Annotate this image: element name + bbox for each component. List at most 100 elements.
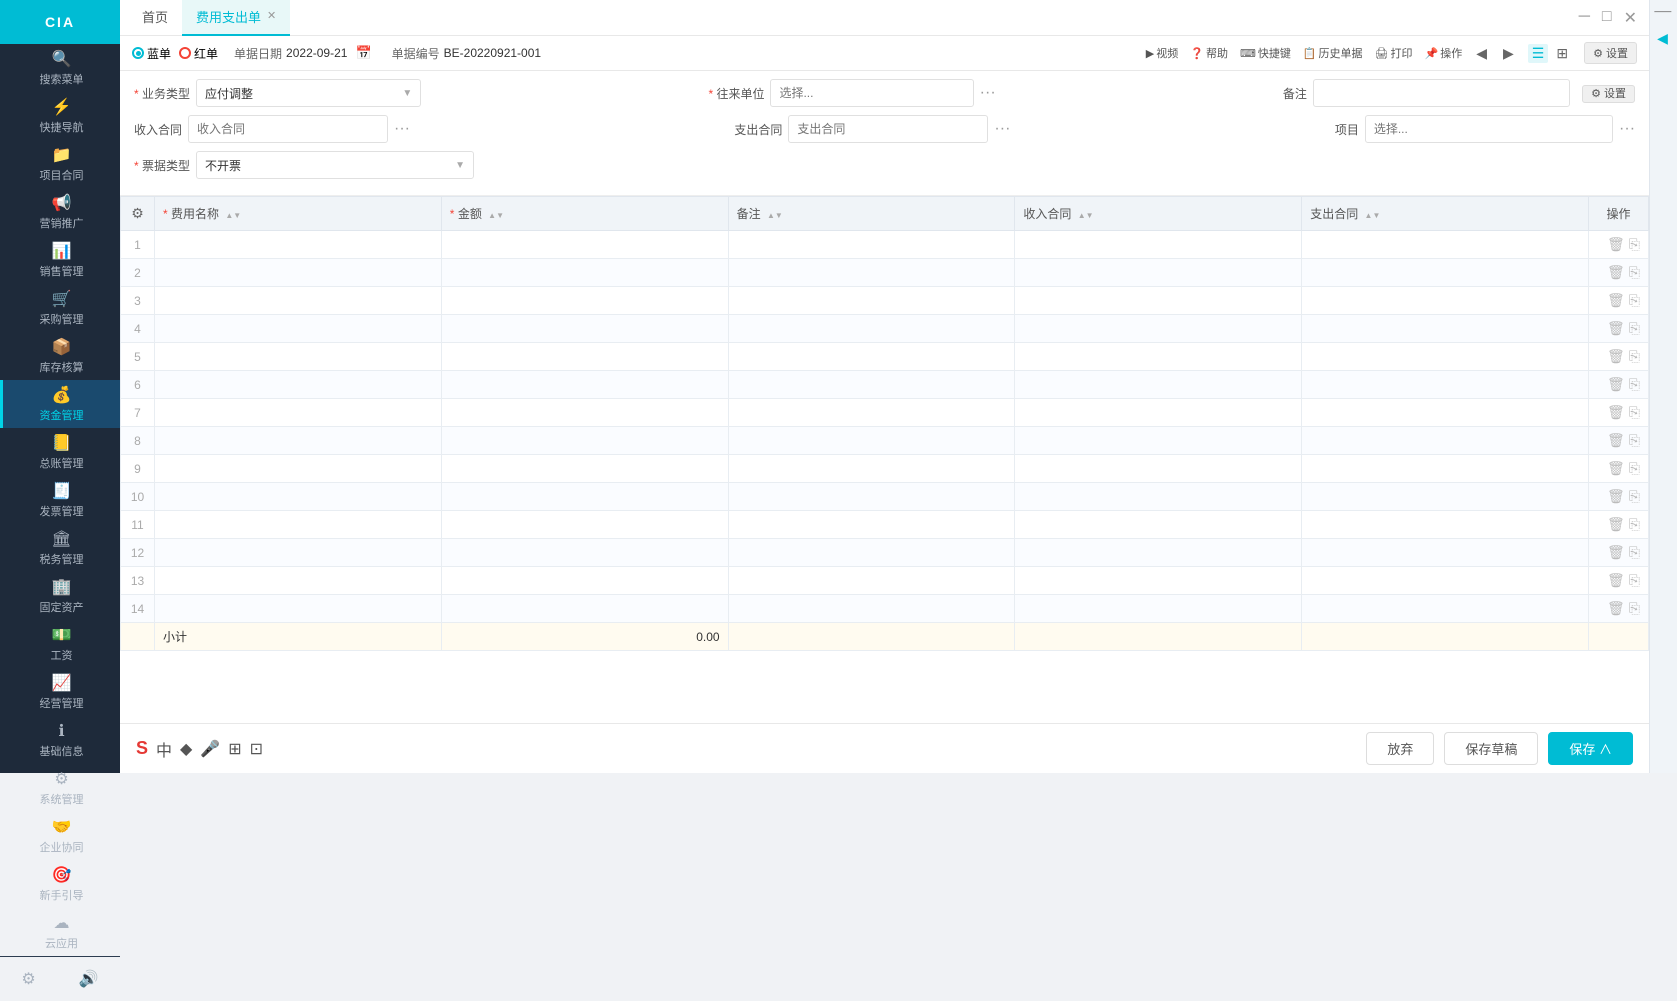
delete-row-icon[interactable]: 🗑 (1607, 516, 1625, 533)
income-contract-row-input[interactable] (1023, 377, 1293, 392)
copy-row-icon[interactable]: ⎘ (1629, 376, 1640, 393)
delete-row-icon[interactable]: 🗑 (1607, 348, 1625, 365)
expense-contract-row-input[interactable] (1310, 321, 1580, 336)
table-row[interactable]: 8 🗑 ⎘ (121, 427, 1649, 455)
list-view-icon[interactable]: ☰ (1528, 44, 1549, 63)
tab-home[interactable]: 首页 (128, 0, 182, 36)
settings-bottom-icon[interactable]: ⚙ (17, 965, 39, 993)
amount-cell[interactable] (441, 259, 728, 287)
expense-contract-row-input[interactable] (1310, 405, 1580, 420)
sidebar-item-sys[interactable]: ⚙ 系统管理 (0, 764, 120, 812)
income-contract-cell[interactable] (1015, 427, 1302, 455)
expense-contract-row-input[interactable] (1310, 265, 1580, 280)
expense-contract-cell[interactable] (1302, 399, 1589, 427)
expense-name-input[interactable] (163, 517, 433, 532)
expense-contract-cell[interactable] (1302, 231, 1589, 259)
sidebar-item-sales[interactable]: 📊 销售管理 (0, 236, 120, 284)
amount-input[interactable] (450, 349, 720, 364)
expense-contract-row-input[interactable] (1310, 545, 1580, 560)
remark-input[interactable] (737, 489, 1007, 504)
expense-contract-row-input[interactable] (1310, 377, 1580, 392)
remark-input[interactable] (737, 349, 1007, 364)
project-ellipsis-icon[interactable]: ··· (1619, 120, 1635, 138)
expense-contract-cell[interactable] (1302, 259, 1589, 287)
remark-cell[interactable] (728, 343, 1015, 371)
sidebar-item-invoice[interactable]: 🧾 发票管理 (0, 476, 120, 524)
expense-contract-row-input[interactable] (1310, 489, 1580, 504)
expense-contract-row-input[interactable] (1310, 237, 1580, 252)
remark-input[interactable] (737, 377, 1007, 392)
remark-cell[interactable] (728, 595, 1015, 623)
amount-cell[interactable] (441, 511, 728, 539)
expense-name-input[interactable] (163, 489, 433, 504)
th-gear[interactable]: ⚙ (121, 197, 155, 231)
remark-cell[interactable] (728, 399, 1015, 427)
income-contract-cell[interactable] (1015, 595, 1302, 623)
sort-remark-icon[interactable]: ▲▼ (767, 212, 783, 220)
table-row[interactable]: 3 🗑 ⎘ (121, 287, 1649, 315)
delete-row-icon[interactable]: 🗑 (1607, 376, 1625, 393)
sidebar-item-project[interactable]: 📁 项目合同 (0, 140, 120, 188)
remark-input[interactable] (737, 433, 1007, 448)
expense-name-cell[interactable] (155, 231, 442, 259)
expense-name-input[interactable] (163, 377, 433, 392)
sidebar-item-inventory[interactable]: 📦 库存核算 (0, 332, 120, 380)
remark-cell[interactable] (728, 567, 1015, 595)
amount-input[interactable] (450, 545, 720, 560)
income-contract-cell[interactable] (1015, 259, 1302, 287)
income-contract-cell[interactable] (1015, 399, 1302, 427)
amount-cell[interactable] (441, 399, 728, 427)
delete-row-icon[interactable]: 🗑 (1607, 572, 1625, 589)
maximize-button[interactable]: □ (1598, 8, 1616, 28)
amount-cell[interactable] (441, 371, 728, 399)
sidebar-item-newbie[interactable]: 🎯 新手引导 (0, 860, 120, 908)
copy-row-icon[interactable]: ⎘ (1629, 236, 1640, 253)
income-contract-cell[interactable] (1015, 315, 1302, 343)
expense-contract-cell[interactable] (1302, 595, 1589, 623)
sidebar-item-procurement[interactable]: 🛒 采购管理 (0, 284, 120, 332)
expense-name-cell[interactable] (155, 259, 442, 287)
remark-cell[interactable] (728, 427, 1015, 455)
expense-name-input[interactable] (163, 293, 433, 308)
income-contract-row-input[interactable] (1023, 545, 1293, 560)
remark-input[interactable] (737, 293, 1007, 308)
remark-cell[interactable] (728, 315, 1015, 343)
expense-name-cell[interactable] (155, 315, 442, 343)
expense-name-cell[interactable] (155, 483, 442, 511)
expense-contract-row-input[interactable] (1310, 349, 1580, 364)
copy-row-icon[interactable]: ⎘ (1629, 572, 1640, 589)
sidebar-item-search[interactable]: 🔍 搜索菜单 (0, 44, 120, 92)
footer-grid1-icon[interactable]: ⊞ (228, 739, 241, 759)
sidebar-item-ops[interactable]: 📈 经营管理 (0, 668, 120, 716)
remark-input[interactable] (737, 461, 1007, 476)
expense-name-cell[interactable] (155, 399, 442, 427)
table-row[interactable]: 10 🗑 ⎘ (121, 483, 1649, 511)
invoice-type-select[interactable]: 不开票 ▼ (196, 151, 474, 179)
tab-expense[interactable]: 费用支出单 ✕ (182, 0, 290, 36)
help-button[interactable]: ❓ 帮助 (1190, 45, 1228, 61)
remark-input[interactable] (737, 573, 1007, 588)
settings-button[interactable]: ⚙ 设置 (1584, 42, 1637, 64)
delete-row-icon[interactable]: 🗑 (1607, 236, 1625, 253)
footer-zhong-icon[interactable]: 中 (156, 737, 172, 761)
copy-row-icon[interactable]: ⎘ (1629, 600, 1640, 617)
expense-contract-cell[interactable] (1302, 343, 1589, 371)
amount-cell[interactable] (441, 287, 728, 315)
copy-row-icon[interactable]: ⎘ (1629, 404, 1640, 421)
expense-name-cell[interactable] (155, 455, 442, 483)
table-row[interactable]: 5 🗑 ⎘ (121, 343, 1649, 371)
remark-input[interactable] (737, 237, 1007, 252)
expense-name-input[interactable] (163, 265, 433, 280)
sidebar-item-cloud[interactable]: ☁ 云应用 (0, 908, 120, 956)
income-contract-cell[interactable] (1015, 343, 1302, 371)
income-contract-cell[interactable] (1015, 455, 1302, 483)
sort-expense-icon[interactable]: ▲▼ (1365, 212, 1381, 220)
table-row[interactable]: 6 🗑 ⎘ (121, 371, 1649, 399)
remark-input[interactable] (737, 265, 1007, 280)
copy-row-icon[interactable]: ⎘ (1629, 264, 1640, 281)
remark-cell[interactable] (728, 259, 1015, 287)
expense-contract-cell[interactable] (1302, 483, 1589, 511)
amount-input[interactable] (450, 489, 720, 504)
table-row[interactable]: 1 🗑 ⎘ (121, 231, 1649, 259)
amount-input[interactable] (450, 321, 720, 336)
